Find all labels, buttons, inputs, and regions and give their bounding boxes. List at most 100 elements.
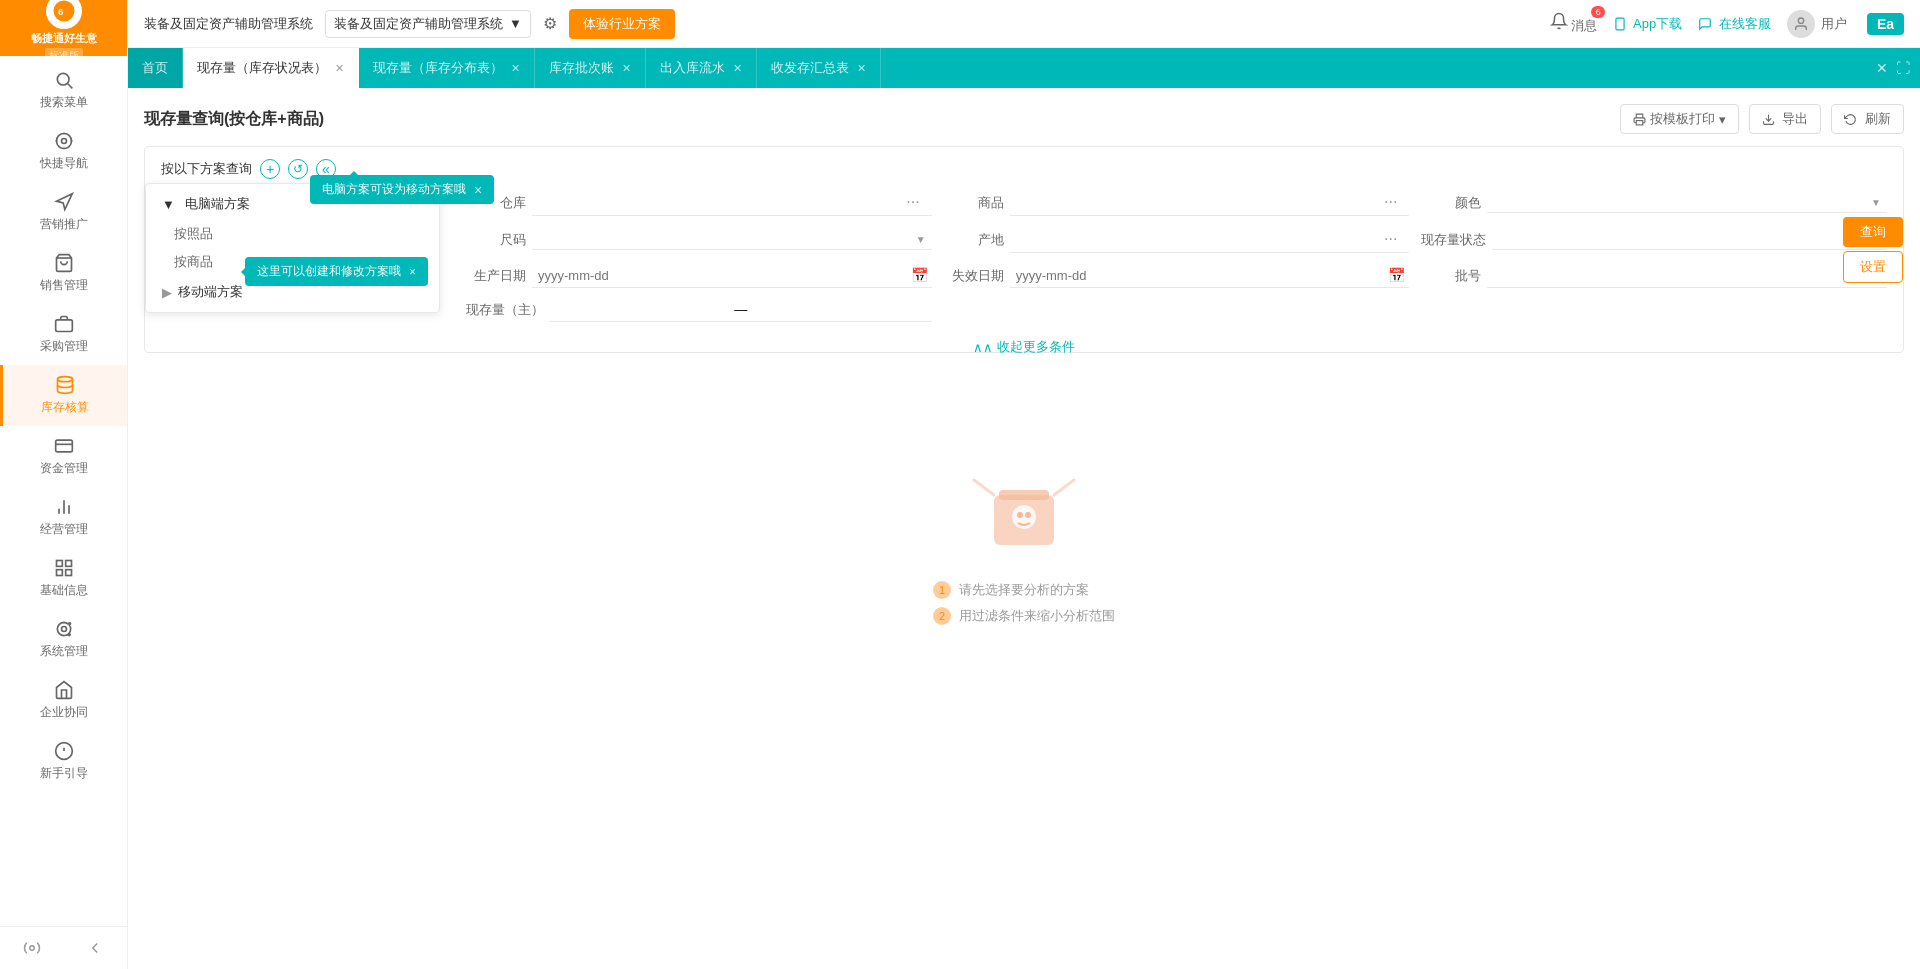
tab-inventory-dist[interactable]: 现存量（库存分布表） ✕ <box>359 48 535 88</box>
sidebar-item-quick[interactable]: 快捷导航 <box>0 121 127 182</box>
field-stock-status: 现存量状态 ▼ <box>1421 230 1887 250</box>
tab-receive-total-close[interactable]: ✕ <box>857 62 866 75</box>
svg-rect-18 <box>56 561 62 567</box>
tab-inventory-status-close[interactable]: ✕ <box>335 62 344 75</box>
produce-date-input[interactable] <box>532 264 907 287</box>
set-btn[interactable]: 设置 <box>1843 251 1903 283</box>
warehouse-dots-icon[interactable]: ··· <box>900 193 925 211</box>
tip-num-2: 2 <box>933 607 951 625</box>
gear-icon[interactable]: ⚙ <box>543 14 557 33</box>
filter-row-3: 生产日期 📅 失效日期 📅 <box>466 263 1887 288</box>
tabs-bar: 首页 现存量（库存状况表） ✕ 现存量（库存分布表） ✕ 库存批次账 ✕ 出入库… <box>128 48 1920 88</box>
field-size: 尺码 ▼ <box>466 230 932 250</box>
filter-add-btn[interactable]: + <box>260 159 280 179</box>
field-warehouse: 仓库 ··· <box>466 189 932 216</box>
sidebar-item-sales[interactable]: 销售管理 <box>0 243 127 304</box>
tip-num-1: 1 <box>933 581 951 599</box>
sidebar-item-system[interactable]: 系统管理 <box>0 609 127 670</box>
field-origin: 产地 ··· <box>944 226 1410 253</box>
search-btn[interactable]: 查询 <box>1843 217 1903 247</box>
tip-text-1: 请先选择要分析的方案 <box>959 581 1089 599</box>
tooltip-create-close[interactable]: × <box>409 265 416 279</box>
empty-tip-2: 2 用过滤条件来缩小分析范围 <box>933 607 1115 625</box>
range-dash: — <box>734 302 747 317</box>
tab-inout-flow-close[interactable]: ✕ <box>733 62 742 75</box>
sidebar-item-marketing[interactable]: 营销推广 <box>0 182 127 243</box>
tab-batch-ledger-label: 库存批次账 <box>549 59 614 77</box>
stock-status-label: 现存量状态 <box>1421 231 1486 249</box>
svg-text:6: 6 <box>58 5 64 16</box>
tab-home-label: 首页 <box>142 59 168 77</box>
scheme-sub-item1[interactable]: 按照品 <box>146 220 439 248</box>
collapse-sidebar-btn[interactable] <box>86 939 104 957</box>
filter-row-4: 现存量（主） — <box>466 298 1887 322</box>
tab-inout-flow-label: 出入库流水 <box>660 59 725 77</box>
expire-date-calendar-icon[interactable]: 📅 <box>1384 263 1409 287</box>
sidebar-label-quick: 快捷导航 <box>40 155 88 172</box>
filter-row-1: 仓库 ··· 商品 ··· <box>466 189 1887 216</box>
svg-rect-19 <box>65 561 71 567</box>
ea-badge: Ea <box>1867 13 1904 35</box>
tab-inout-flow[interactable]: 出入库流水 ✕ <box>646 48 757 88</box>
tab-batch-ledger[interactable]: 库存批次账 ✕ <box>535 48 646 88</box>
tooltip-pc-close[interactable]: × <box>474 182 482 198</box>
size-arrow-icon[interactable]: ▼ <box>916 234 926 245</box>
tab-receive-total[interactable]: 收发存汇总表 ✕ <box>757 48 881 88</box>
tab-inventory-status-label: 现存量（库存状况表） <box>197 59 327 77</box>
svg-rect-27 <box>1616 18 1624 30</box>
experience-btn[interactable]: 体验行业方案 <box>569 9 675 39</box>
collapse-btn[interactable]: ∧∧ 收起更多条件 <box>965 330 1083 364</box>
sidebar-item-finance[interactable]: 资金管理 <box>0 426 127 487</box>
sidebar-item-search[interactable]: 搜索菜单 <box>0 60 127 121</box>
tab-close-all-icon[interactable]: ✕ <box>1876 60 1888 76</box>
empty-tip-1: 1 请先选择要分析的方案 <box>933 581 1115 599</box>
print-btn[interactable]: 按模板打印 ▾ <box>1620 104 1739 134</box>
notice-label: 消息 <box>1571 18 1597 33</box>
page-content: 现存量查询(按仓库+商品) 按模板打印 ▾ 导出 刷新 <box>128 88 1920 969</box>
sidebar-item-inventory[interactable]: 库存核算 <box>0 365 127 426</box>
color-arrow-icon[interactable]: ▼ <box>1871 197 1881 208</box>
settings-btn[interactable] <box>23 939 41 957</box>
sidebar-item-guide[interactable]: 新手引导 <box>0 731 127 792</box>
tab-maximize-icon[interactable]: ⛶ <box>1896 60 1910 76</box>
scheme-pc-arrow: ▼ <box>162 197 175 212</box>
refresh-btn[interactable]: 刷新 <box>1831 104 1904 134</box>
sidebar-item-basic[interactable]: 基础信息 <box>0 548 127 609</box>
origin-dots-icon[interactable]: ··· <box>1378 230 1403 248</box>
topbar-right: 6 消息 App下载 在线客服 用户 Ea <box>1550 10 1904 38</box>
svg-point-0 <box>53 0 74 21</box>
sidebar-item-operation[interactable]: 经营管理 <box>0 487 127 548</box>
produce-date-label: 生产日期 <box>466 267 526 285</box>
tooltip-create-scheme: 这里可以创建和修改方案哦 × <box>245 257 428 286</box>
tab-inventory-status[interactable]: 现存量（库存状况表） ✕ <box>183 48 359 88</box>
tooltip-pc-text: 电脑方案可设为移动方案哦 <box>322 181 466 198</box>
filter-label: 按以下方案查询 <box>161 160 252 178</box>
notice-btn[interactable]: 6 消息 <box>1550 12 1598 35</box>
filter-fields: 仓库 ··· 商品 ··· <box>466 189 1887 322</box>
origin-label: 产地 <box>944 231 1004 249</box>
produce-date-calendar-icon[interactable]: 📅 <box>907 263 932 287</box>
field-color: 颜色 ▼ <box>1421 193 1887 213</box>
filter-reset-btn[interactable]: ↺ <box>288 159 308 179</box>
svg-point-36 <box>1025 512 1031 518</box>
svg-rect-21 <box>56 570 62 576</box>
online-service-link[interactable]: 在线客服 <box>1698 15 1771 33</box>
system-select[interactable]: 装备及固定资产辅助管理系统 ▼ <box>325 10 531 38</box>
sidebar-item-purchase[interactable]: 采购管理 <box>0 304 127 365</box>
sidebar-label-search: 搜索菜单 <box>40 94 88 111</box>
sidebar-item-enterprise[interactable]: 企业协同 <box>0 670 127 731</box>
sidebar-menu: 搜索菜单 快捷导航 营销推广 销售管理 采购管理 库存核算 资金 <box>0 56 127 926</box>
expire-date-input[interactable] <box>1010 264 1385 287</box>
user-area[interactable]: 用户 <box>1787 10 1847 38</box>
app-download-link[interactable]: App下载 <box>1613 15 1682 33</box>
product-dots-icon[interactable]: ··· <box>1378 193 1403 211</box>
tab-home[interactable]: 首页 <box>128 48 183 88</box>
svg-point-29 <box>1798 18 1803 23</box>
field-expire-date: 失效日期 📅 <box>944 263 1410 288</box>
tab-inventory-dist-close[interactable]: ✕ <box>511 62 520 75</box>
export-btn[interactable]: 导出 <box>1749 104 1822 134</box>
user-avatar <box>1787 10 1815 38</box>
svg-point-9 <box>61 139 66 144</box>
tab-batch-ledger-close[interactable]: ✕ <box>622 62 631 75</box>
batch-no-input[interactable] <box>1487 264 1887 288</box>
